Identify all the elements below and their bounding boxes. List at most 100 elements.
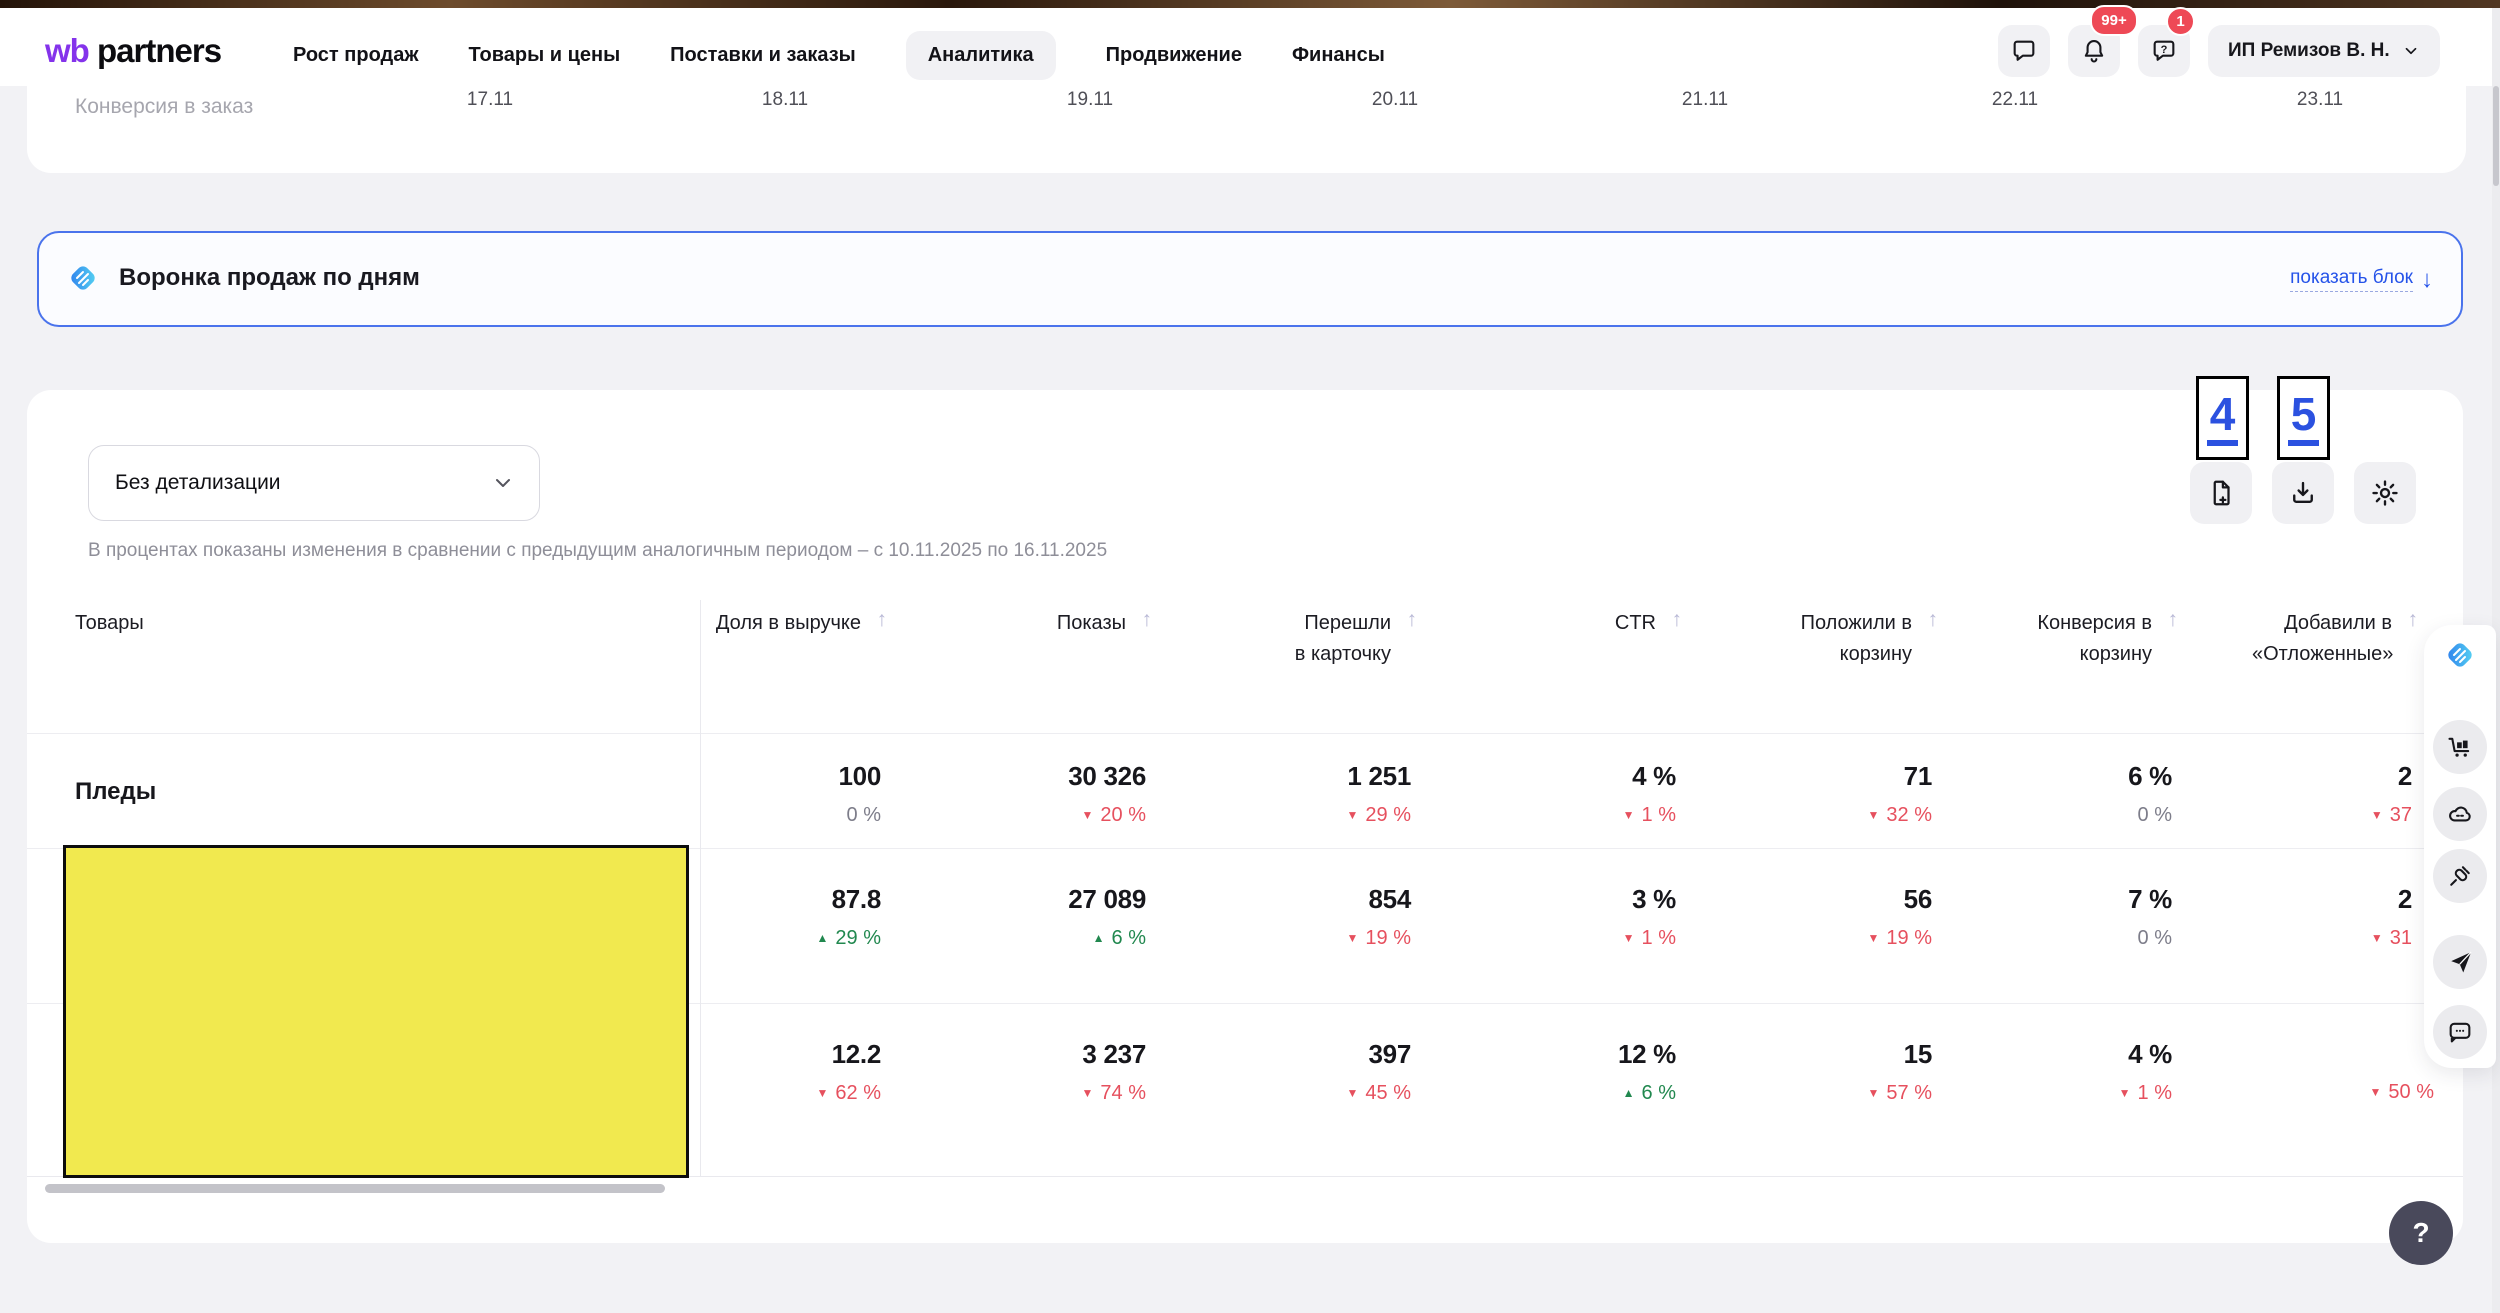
metric-cell: 1 251 ▼ 29 % — [1160, 734, 1425, 849]
trend-triangle-icon: ▼ — [1867, 930, 1880, 945]
trend-triangle-icon: ▼ — [1346, 807, 1359, 822]
trend-delta: ▲ 29 % — [816, 927, 881, 949]
notifications-badge: 99+ — [2090, 5, 2138, 36]
trend-triangle-icon: ▼ — [1867, 807, 1880, 822]
feedback-tool-button[interactable] — [2433, 1005, 2487, 1059]
column-header-added-to-favorites[interactable]: Добавили в «Отложенные» ↑ — [2186, 600, 2426, 733]
metric-value: 4 % — [2128, 1039, 2172, 1069]
chat-dots-icon — [2446, 1018, 2474, 1046]
trend-triangle-icon: ▼ — [1622, 930, 1635, 945]
main-nav: Рост продаж Товары и цены Поставки и зак… — [293, 16, 1385, 94]
column-header-card-opens[interactable]: Перешли в карточку ↑ — [1160, 600, 1425, 733]
sort-arrow-icon[interactable]: ↑ — [2408, 608, 2419, 632]
browser-scrollbar-thumb[interactable] — [2493, 86, 2499, 186]
table-settings-button[interactable] — [2354, 462, 2416, 524]
nav-finansy[interactable]: Финансы — [1292, 44, 1385, 67]
floating-tools-panel — [2424, 625, 2496, 1068]
sort-arrow-icon[interactable]: ↑ — [1142, 608, 1153, 632]
show-block-label: показать блок — [2290, 267, 2413, 292]
column-header-cart-conversion[interactable]: Конверсия в корзину ↑ — [1946, 600, 2186, 733]
column-header-added-to-cart[interactable]: Положили в корзину ↑ — [1690, 600, 1946, 733]
cart-tool-button[interactable] — [2433, 720, 2487, 774]
column-header-ctr[interactable]: CTR ↑ — [1425, 600, 1690, 733]
chat-bubble-icon — [2010, 37, 2038, 65]
metric-value: 12 % — [1617, 1039, 1676, 1069]
jam-gem-button[interactable] — [2442, 637, 2478, 673]
nav-rost-prodazh[interactable]: Рост продаж — [293, 44, 419, 67]
trend-delta: ▼ 19 % — [1346, 927, 1411, 949]
trend-delta: 0 % — [2137, 927, 2172, 949]
paper-plane-icon — [2446, 948, 2474, 976]
cloud-icon — [2446, 800, 2474, 828]
sort-arrow-icon[interactable]: ↑ — [1672, 608, 1683, 632]
metric-cell: 87.8 ▲ 29 % — [700, 849, 895, 1004]
sort-arrow-icon[interactable]: ↑ — [2168, 608, 2179, 632]
trend-triangle-icon: ▼ — [1081, 807, 1094, 822]
previous-metrics-card — [27, 86, 2466, 173]
metric-value: 56 — [1903, 884, 1933, 914]
trend-delta: ▼ 19 % — [1867, 927, 1932, 949]
sort-arrow-icon[interactable]: ↑ — [1407, 608, 1418, 632]
download-icon — [2288, 478, 2318, 508]
table-row[interactable]: Пледы 100 0 % 30 326 ▼ 20 % 1 251 ▼ 29 % 4… — [27, 733, 2426, 849]
table-header-row: Товары Доля в выручке ↑ Показы ↑ Перешли… — [27, 600, 2426, 733]
metric-cell: 100 0 % — [700, 734, 895, 849]
wb-partners-logo[interactable]: wb partners — [45, 32, 222, 70]
metric-value: 27 089 — [1068, 884, 1146, 914]
metric-cell: 3 % ▼ 1 % — [1425, 849, 1690, 1004]
trend-triangle-icon: ▼ — [1081, 1085, 1094, 1100]
detail-filter-select[interactable]: Без детализации — [88, 445, 540, 521]
telegram-tool-button[interactable] — [2433, 935, 2487, 989]
trend-delta: ▼ 20 % — [1081, 804, 1146, 826]
wb-partners-analytics-page: wb partners Рост продаж Товары и цены По… — [0, 0, 2500, 1313]
create-report-button[interactable] — [2190, 462, 2252, 524]
trend-triangle-icon: ▼ — [2369, 1084, 2382, 1099]
chat-button[interactable] — [1998, 25, 2050, 77]
trend-triangle-icon: ▼ — [2370, 930, 2383, 945]
nav-tovary-i-ceny[interactable]: Товары и цены — [469, 44, 621, 67]
trend-triangle-icon: ▼ — [1867, 1085, 1880, 1100]
metric-cell: 15 ▼ 57 % — [1690, 1004, 1946, 1177]
products-header-label: Товары — [75, 612, 144, 634]
nav-prodvizhenie[interactable]: Продвижение — [1106, 44, 1242, 67]
column-header-impressions[interactable]: Показы ↑ — [895, 600, 1160, 733]
plugin-tool-button[interactable] — [2433, 849, 2487, 903]
trend-delta: ▼ 62 % — [816, 1082, 881, 1104]
show-block-link[interactable]: показать блок ↓ — [2290, 267, 2433, 292]
logo-wb: wb — [45, 32, 90, 69]
metric-value: 87.8 — [831, 884, 882, 914]
trend-delta: ▼ 1 % — [2118, 1082, 2172, 1104]
annotation-mark-4: 4 — [2196, 376, 2249, 460]
download-button[interactable] — [2272, 462, 2334, 524]
question-mark: ? — [2412, 1217, 2430, 1248]
horizontal-scrollbar-thumb[interactable] — [45, 1184, 665, 1193]
metric-cell: 12 % ▲ 6 % — [1425, 1004, 1690, 1177]
detail-filter-value: Без детализации — [115, 471, 281, 494]
date-label: 21.11 — [1681, 89, 1729, 110]
cloud-tool-button[interactable] — [2433, 787, 2487, 841]
cart-icon — [2446, 733, 2474, 761]
column-header-revenue-share[interactable]: Доля в выручке ↑ — [700, 600, 895, 733]
nav-analitika-active[interactable]: Аналитика — [905, 30, 1056, 80]
account-menu[interactable]: ИП Ремизов В. Н. — [2208, 25, 2440, 77]
metric-cell: 6 % 0 % — [1946, 734, 2186, 849]
trend-delta: ▼ 29 % — [1346, 804, 1411, 826]
sort-arrow-icon[interactable]: ↑ — [1928, 608, 1939, 632]
metric-cell: 854 ▼ 19 % — [1160, 849, 1425, 1004]
help-fab-button[interactable]: ? — [2389, 1201, 2453, 1265]
annotation-mark-5: 5 — [2277, 376, 2330, 460]
metric-value: 2 — [2397, 884, 2412, 914]
sort-arrow-icon[interactable]: ↑ — [877, 608, 888, 632]
metric-value: 397 — [1368, 1039, 1412, 1069]
trend-delta: ▲ 6 % — [1622, 1082, 1676, 1104]
arrow-down-icon: ↓ — [2421, 265, 2433, 293]
trend-delta: ▼ 1 % — [1622, 804, 1676, 826]
file-plus-icon — [2206, 478, 2236, 508]
trend-delta: ▼ 32 % — [1867, 804, 1932, 826]
banner-title: Воронка продаж по дням — [119, 264, 420, 291]
date-label: 19.11 — [1066, 89, 1114, 110]
trend-delta: 0 % — [846, 804, 881, 826]
nav-postavki-i-zakazy[interactable]: Поставки и заказы — [670, 44, 856, 67]
metric-cell: 12.2 ▼ 62 % — [700, 1004, 895, 1177]
metric-cell: 56 ▼ 19 % — [1690, 849, 1946, 1004]
